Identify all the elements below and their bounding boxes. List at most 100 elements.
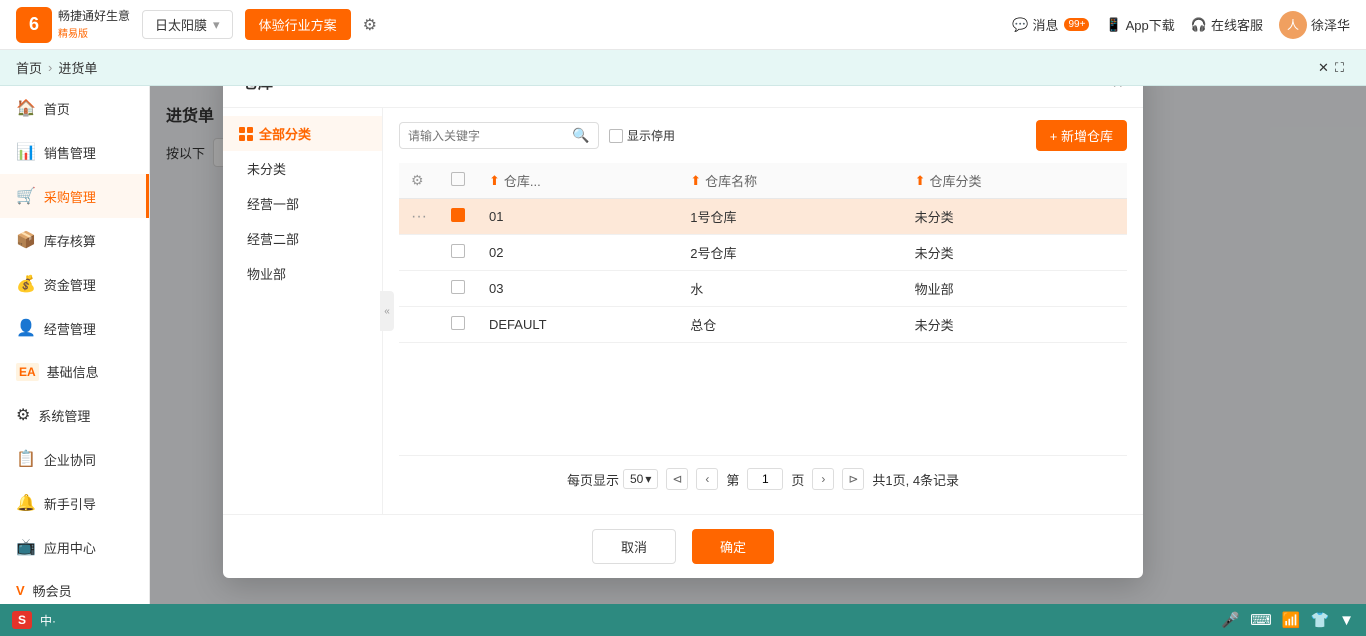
online-service-btn[interactable]: 🎧 在线客服 — [1191, 15, 1263, 34]
row-checkbox-3[interactable] — [451, 280, 465, 294]
show-disabled-checkbox[interactable] — [609, 129, 623, 143]
per-page-value: 50 — [630, 472, 643, 486]
select-all-checkbox[interactable] — [451, 172, 465, 186]
row-cat-4: 未分类 — [903, 307, 1127, 343]
sidebar-label-member: 畅会员 — [33, 581, 72, 600]
tab-close-icon[interactable]: ✕ — [1318, 60, 1329, 76]
warehouse-modal: 仓库 × 全部分类 未分类 经营一部 — [223, 86, 1143, 578]
table-row[interactable]: ··· 01 1号仓库 未分类 — [399, 199, 1127, 235]
table-header-row: ⚙ ⬆ 仓库... — [399, 163, 1127, 199]
username: 徐泽华 — [1311, 15, 1350, 34]
sidebar-item-apps[interactable]: 📺 应用中心 — [0, 525, 149, 569]
sidebar-label-finance: 资金管理 — [44, 275, 96, 294]
page-number-input[interactable] — [747, 468, 783, 490]
sidebar-item-purchase[interactable]: 🛒 采购管理 — [0, 174, 149, 218]
next-page-btn[interactable]: › — [812, 468, 834, 490]
sidebar-item-enterprise[interactable]: 📋 企业协同 — [0, 437, 149, 481]
sidebar-item-finance[interactable]: 💰 资金管理 — [0, 262, 149, 306]
system-icon: ⚙ — [16, 405, 30, 425]
total-info: 共1页, 4条记录 — [872, 470, 959, 489]
status-logo: S — [12, 611, 32, 629]
header: 6 畅捷通好生意 精易版 日太阳膜 ▾ 体验行业方案 ⚙ 💬 消息 99+ 📱 … — [0, 0, 1366, 50]
row-action — [399, 235, 439, 271]
breadcrumb-sep: › — [48, 60, 52, 75]
mic-icon[interactable]: 🎤 — [1221, 611, 1240, 629]
table-row[interactable]: 03 水 物业部 — [399, 271, 1127, 307]
first-page-btn[interactable]: ⊲ — [666, 468, 688, 490]
breadcrumb-current: 进货单 — [58, 58, 97, 77]
row-more-icon[interactable]: ··· — [411, 208, 427, 225]
col-code-label: 仓库... — [504, 171, 541, 190]
user-menu[interactable]: 人 徐泽华 — [1279, 11, 1350, 39]
category-ops1[interactable]: 经营一部 — [223, 186, 382, 221]
row-checkbox-4[interactable] — [451, 316, 465, 330]
sidebar-item-home[interactable]: 🏠 首页 — [0, 86, 149, 130]
category-all[interactable]: 全部分类 — [223, 116, 382, 151]
warehouse-table: ⚙ ⬆ 仓库... — [399, 163, 1127, 343]
row-name-4: 总仓 — [678, 307, 902, 343]
modal-close-btn[interactable]: × — [1112, 86, 1123, 92]
member-icon: V — [16, 583, 25, 598]
industry-btn[interactable]: 体验行业方案 — [245, 9, 351, 40]
breadcrumb-home[interactable]: 首页 — [16, 58, 42, 77]
settings-icon[interactable]: ⚙ — [363, 15, 377, 35]
row-checkbox-2[interactable] — [451, 244, 465, 258]
page-suffix: 页 — [791, 470, 804, 489]
sales-icon: 📊 — [16, 142, 36, 162]
flag-icon[interactable]: ▼ — [1339, 612, 1354, 629]
notifications-label: 消息 — [1032, 15, 1058, 34]
sidebar-item-operation[interactable]: 👤 经营管理 — [0, 306, 149, 350]
category-unclassified[interactable]: 未分类 — [223, 151, 382, 186]
show-disabled-toggle[interactable]: 显示停用 — [609, 127, 675, 144]
sidebar-item-system[interactable]: ⚙ 系统管理 — [0, 393, 149, 437]
row-select — [439, 271, 477, 307]
column-settings-icon[interactable]: ⚙ — [411, 172, 424, 188]
notifications-badge: 99+ — [1064, 18, 1089, 31]
keyboard-icon[interactable]: ⌨ — [1250, 611, 1272, 629]
guide-icon: 🔔 — [16, 493, 36, 513]
breadcrumb-bar: 首页 › 进货单 ✕ ⛶ — [0, 50, 1366, 86]
app-download-btn[interactable]: 📱 App下载 — [1105, 15, 1174, 34]
table-row[interactable]: DEFAULT 总仓 未分类 — [399, 307, 1127, 343]
row-cat-2: 未分类 — [903, 235, 1127, 271]
sidebar-item-sales[interactable]: 📊 销售管理 — [0, 130, 149, 174]
add-warehouse-btn[interactable]: + 新增仓库 — [1036, 120, 1127, 151]
row-checkbox-1[interactable] — [451, 208, 465, 222]
page-size-selector: 每页显示 50 ▾ — [567, 469, 658, 489]
status-item-cn[interactable]: 中· — [40, 612, 56, 629]
sidebar-label-operation: 经营管理 — [44, 319, 96, 338]
sidebar-item-basic-info[interactable]: EA 基础信息 — [0, 350, 149, 393]
store-selector[interactable]: 日太阳膜 ▾ — [142, 10, 233, 39]
logo-icon: 6 — [16, 7, 52, 43]
search-input[interactable] — [408, 129, 568, 143]
notifications-btn[interactable]: 💬 消息 99+ — [1012, 15, 1089, 34]
row-action — [399, 307, 439, 343]
store-name: 日太阳膜 — [155, 15, 207, 34]
tab-expand-icon[interactable]: ⛶ — [1335, 60, 1344, 76]
sidebar-label-apps: 应用中心 — [44, 538, 96, 557]
row-code-1: 01 — [477, 199, 678, 235]
logo-sub: 精易版 — [58, 25, 130, 40]
row-action — [399, 271, 439, 307]
cancel-btn[interactable]: 取消 — [592, 529, 676, 564]
logo-text: 畅捷通好生意 — [58, 9, 130, 25]
wh-toolbar: 🔍 显示停用 + 新增仓库 — [399, 120, 1127, 151]
category-panel: 全部分类 未分类 经营一部 经营二部 物业部 « — [223, 108, 383, 514]
row-select — [439, 235, 477, 271]
grid-icon — [239, 127, 253, 141]
shirt-icon[interactable]: 👕 — [1310, 611, 1329, 629]
per-page-select[interactable]: 50 ▾ — [623, 469, 658, 489]
search-icon[interactable]: 🔍 — [572, 127, 589, 144]
sidebar-item-guide[interactable]: 🔔 新手引导 — [0, 481, 149, 525]
sidebar-item-inventory[interactable]: 📦 库存核算 — [0, 218, 149, 262]
last-page-btn[interactable]: ⊳ — [842, 468, 864, 490]
confirm-btn[interactable]: 确定 — [692, 529, 774, 564]
sidebar-label-sales: 销售管理 — [44, 143, 96, 162]
table-row[interactable]: 02 2号仓库 未分类 — [399, 235, 1127, 271]
network-icon[interactable]: 📶 — [1282, 611, 1301, 629]
category-collapse-btn[interactable]: « — [380, 291, 394, 331]
prev-page-btn[interactable]: ‹ — [696, 468, 718, 490]
category-ops2[interactable]: 经营二部 — [223, 221, 382, 256]
row-select — [439, 307, 477, 343]
category-property[interactable]: 物业部 — [223, 256, 382, 291]
